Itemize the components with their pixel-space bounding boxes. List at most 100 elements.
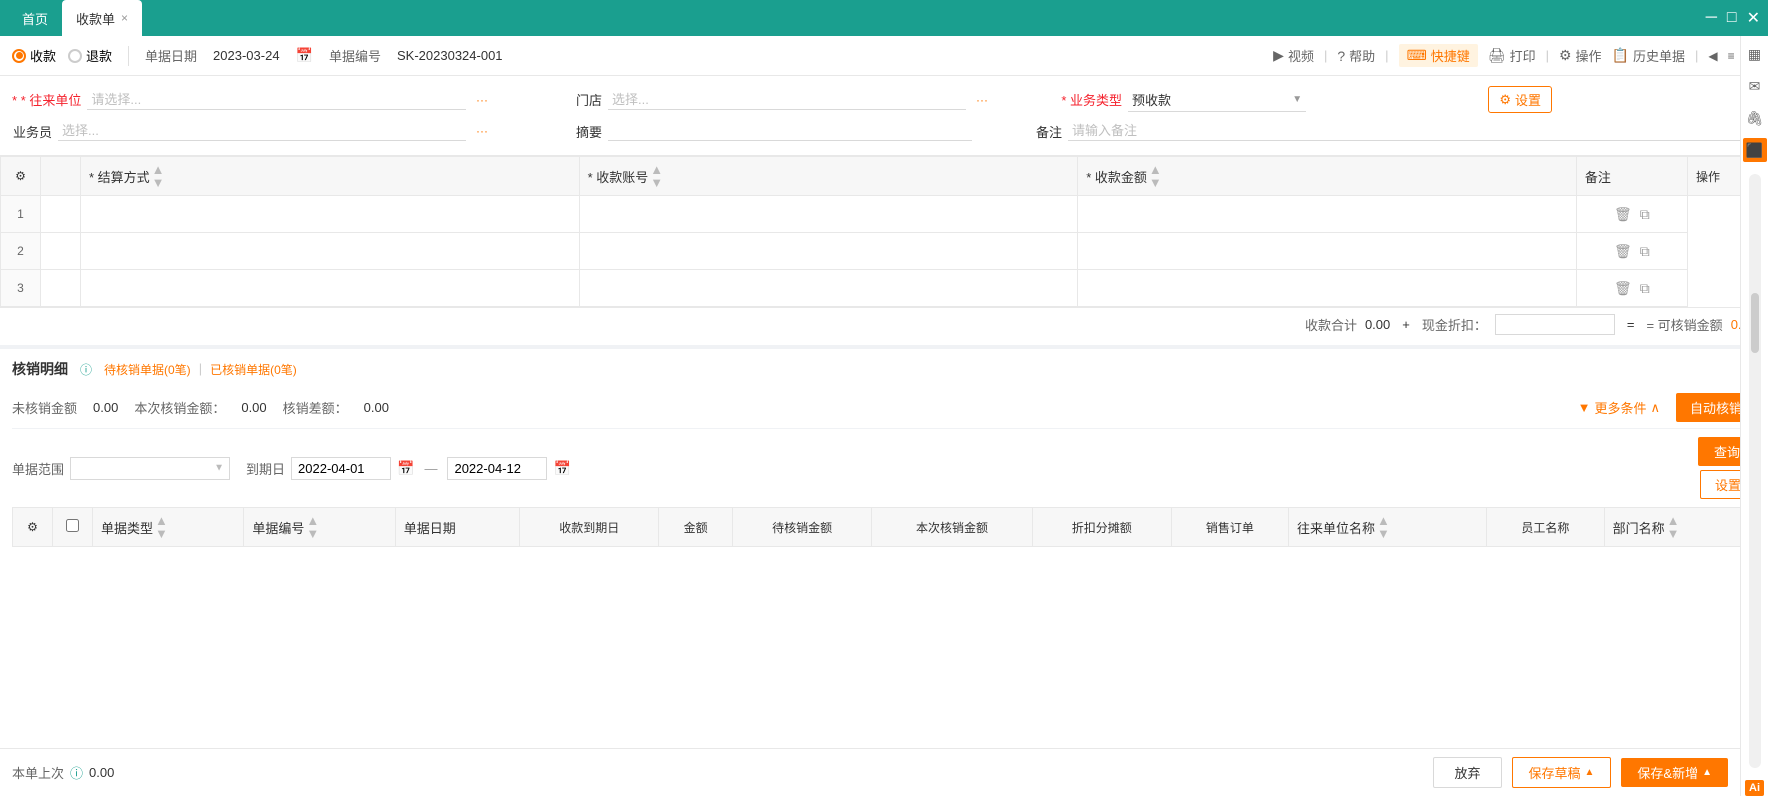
row-2-copy-icon[interactable]: ⧉ — [1640, 243, 1650, 260]
row-2-notes-input[interactable] — [1078, 233, 1576, 269]
store-field: 门店 ··· — [572, 90, 992, 110]
this-order-info-icon[interactable]: ⓘ — [70, 763, 83, 782]
window-max-icon[interactable]: □ — [1727, 9, 1737, 27]
salesperson-field: 业务员 ··· — [12, 121, 492, 141]
calendar-start-icon[interactable]: 📅 — [397, 460, 414, 477]
operation-action[interactable]: ⚙ 操作 — [1559, 46, 1602, 65]
notes-input[interactable] — [1068, 121, 1756, 141]
form-area: * * 往来单位 ··· 门店 ··· * 业务类型 预收款 ▼ — [0, 76, 1768, 156]
row-3-settlement-input[interactable] — [41, 270, 80, 306]
counterpart-input[interactable] — [87, 90, 466, 110]
current-verify-label: 本次核销金额： — [134, 398, 225, 417]
row-2-delete-icon[interactable]: 🗑 — [1614, 243, 1632, 260]
row-3-account[interactable] — [81, 270, 580, 307]
table-settings-th[interactable]: ⚙ — [1, 157, 41, 196]
save-new-button[interactable]: 保存&新增 ▲ — [1621, 758, 1728, 787]
verify-tabs: 待核销单据(0笔) | 已核销单据(0笔) — [104, 361, 297, 378]
row-3-account-input[interactable] — [81, 270, 579, 306]
window-close-icon[interactable]: ✕ — [1747, 8, 1760, 28]
more-conditions[interactable]: ▼ 更多条件 ∧ — [1578, 398, 1660, 417]
bottom-table-wrapper: ⚙ 单据类型▲▼ 单据编号▲▼ 单据日期 收款到期日 金额 待 — [12, 507, 1756, 547]
counterpart-name-th: 往来单位名称▲▼ — [1289, 508, 1487, 547]
store-more-icon[interactable]: ··· — [972, 93, 992, 107]
total-label: 收款合计 — [1305, 315, 1357, 334]
settings-button[interactable]: ⚙ 设置 — [1488, 86, 1552, 113]
row-2-amount[interactable] — [579, 233, 1078, 270]
verify-header: 核销明细 ⓘ 待核销单据(0笔) | 已核销单据(0笔) — [12, 359, 1756, 379]
discount-input[interactable] — [1495, 314, 1615, 335]
ai-badge[interactable]: Ai — [1745, 780, 1764, 796]
salesperson-input[interactable] — [58, 121, 466, 141]
doc-type-th: 单据类型▲▼ — [93, 508, 244, 547]
help-action[interactable]: ? 帮助 — [1337, 46, 1375, 65]
shortcut-action[interactable]: ⌨ 快捷键 — [1399, 44, 1478, 67]
video-action[interactable]: ▶ 视频 — [1273, 46, 1314, 65]
row-1-notes-input[interactable] — [1078, 196, 1576, 232]
row-1-settlement-input[interactable] — [41, 196, 80, 232]
history-action[interactable]: 📋 历史单据 — [1612, 46, 1685, 65]
row-num-th — [41, 157, 81, 196]
sidebar-clip-icon[interactable]: 🖇 — [1743, 106, 1767, 130]
row-3-notes[interactable] — [1078, 270, 1577, 307]
row-3-notes-input[interactable] — [1078, 270, 1576, 306]
verify-gear-th[interactable]: ⚙ — [13, 508, 53, 547]
row-1-actions: 🗑 ⧉ — [1576, 196, 1687, 233]
row-1-settlement[interactable] — [41, 196, 81, 233]
row-2-settlement-input[interactable] — [41, 233, 80, 269]
save-draft-button[interactable]: 保存草稿 ▲ — [1512, 757, 1612, 788]
summary-row: 收款合计 0.00 + 现金折扣： = = 可核销金额 0.00 — [0, 307, 1768, 341]
row-2-notes[interactable] — [1078, 233, 1577, 270]
window-controls: ─ □ ✕ — [1706, 8, 1760, 28]
row-1-account[interactable] — [81, 196, 580, 233]
due-date-start-input[interactable] — [291, 457, 391, 480]
summary-input[interactable] — [608, 121, 972, 141]
abandon-button[interactable]: 放弃 — [1433, 757, 1501, 788]
refund-radio[interactable]: 退款 — [68, 46, 112, 65]
tab-receipt[interactable]: 收款单 × — [62, 0, 142, 36]
verify-title: 核销明细 — [12, 359, 68, 379]
keyboard-icon: ⌨ — [1407, 47, 1427, 64]
range-select[interactable] — [70, 457, 230, 480]
pending-tab[interactable]: 待核销单据(0笔) — [104, 361, 191, 378]
row-1-delete-icon[interactable]: 🗑 — [1614, 206, 1632, 223]
counterpart-more-icon[interactable]: ··· — [472, 93, 492, 107]
sidebar-table-icon[interactable]: ▦ — [1743, 42, 1767, 66]
calendar-icon[interactable]: 📅 — [296, 47, 313, 64]
row-1-account-input[interactable] — [81, 196, 579, 232]
row-3-copy-icon[interactable]: ⧉ — [1640, 280, 1650, 297]
row-3-settlement[interactable] — [41, 270, 81, 307]
row-1-notes[interactable] — [1078, 196, 1577, 233]
counterpart-field: * * 往来单位 ··· — [12, 90, 492, 110]
row-2-account[interactable] — [81, 233, 580, 270]
tab-close-icon[interactable]: × — [121, 11, 128, 25]
row-3-amount-input[interactable] — [580, 270, 1078, 306]
row-1-amount[interactable] — [579, 196, 1078, 233]
row-1-copy-icon[interactable]: ⧉ — [1640, 206, 1650, 223]
row-1-amount-input[interactable] — [580, 196, 1078, 232]
row-2-settlement[interactable] — [41, 233, 81, 270]
verify-info-icon[interactable]: ⓘ — [80, 361, 92, 378]
sidebar-email-icon[interactable]: ✉ — [1743, 74, 1767, 98]
select-all-checkbox[interactable] — [66, 519, 79, 532]
this-order-value: 0.00 — [89, 765, 114, 780]
salesperson-more-icon[interactable]: ··· — [472, 124, 492, 138]
due-date-end-input[interactable] — [447, 457, 547, 480]
window-min-icon[interactable]: ─ — [1706, 9, 1717, 27]
receipt-radio[interactable]: 收款 — [12, 46, 56, 65]
print-action[interactable]: 🖨 打印 — [1488, 46, 1536, 65]
list-view[interactable]: ≡ — [1728, 49, 1735, 63]
prev-record[interactable]: ◀ — [1708, 49, 1717, 63]
calendar-end-icon[interactable]: 📅 — [553, 460, 570, 477]
business-type-select[interactable]: 预收款 ▼ — [1128, 88, 1306, 112]
store-input[interactable] — [608, 90, 966, 110]
tab-home[interactable]: 首页 — [8, 0, 62, 36]
row-3-delete-icon[interactable]: 🗑 — [1614, 280, 1632, 297]
row-2-amount-input[interactable] — [580, 233, 1078, 269]
account-th: * 收款账号 ▲▼ — [579, 157, 1078, 196]
completed-tab[interactable]: 已核销单据(0笔) — [210, 361, 297, 378]
sidebar-camera-icon[interactable]: ⬛ — [1743, 138, 1767, 162]
row-2-account-input[interactable] — [81, 233, 579, 269]
verify-checkbox-th[interactable] — [53, 508, 93, 547]
row-3-amount[interactable] — [579, 270, 1078, 307]
verify-filters: 单据范围 ▼ 到期日 📅 — 📅 查询 设置 — [12, 428, 1756, 507]
